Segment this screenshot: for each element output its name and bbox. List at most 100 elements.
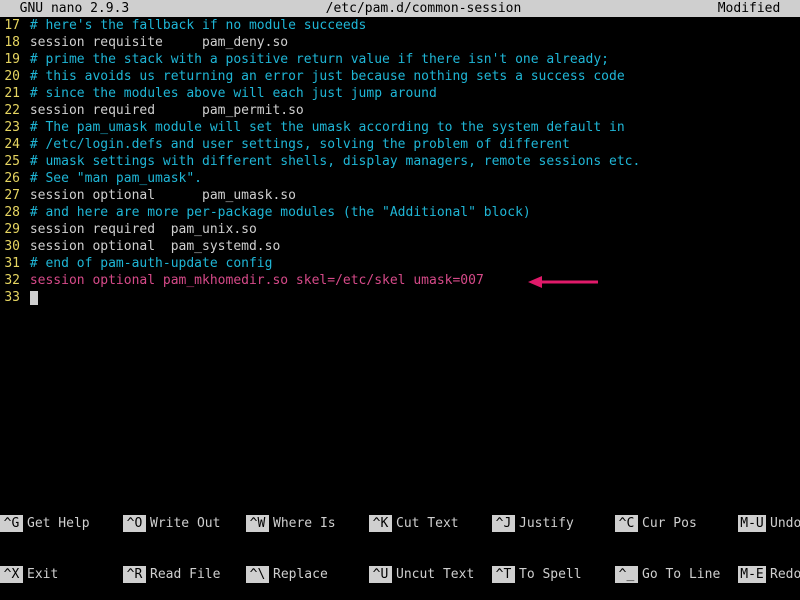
line-number: 29 <box>0 221 22 238</box>
shortcut-row-2: ^XExit^RRead File^\Replace^UUncut Text^T… <box>0 566 800 583</box>
editor-line[interactable]: 26 # See "man pam_umask". <box>0 170 800 187</box>
editor-area[interactable]: 17 # here's the fallback if no module su… <box>0 17 800 306</box>
shortcut-label: Replace <box>273 566 328 583</box>
line-text: # /etc/login.defs and user settings, sol… <box>22 136 800 153</box>
shortcut-key: M-U <box>738 515 766 532</box>
shortcut-key: M-E <box>738 566 766 583</box>
shortcut-label: Cur Pos <box>642 515 697 532</box>
line-text: # this avoids us returning an error just… <box>22 68 800 85</box>
line-number: 27 <box>0 187 22 204</box>
shortcut-key: ^\ <box>246 566 269 583</box>
shortcut-label: Write Out <box>150 515 220 532</box>
shortcut-item[interactable]: M-UUndo <box>738 515 800 532</box>
shortcut-label: Go To Line <box>642 566 720 583</box>
shortcut-item[interactable]: ^_Go To Line <box>615 566 738 583</box>
line-number: 32 <box>0 272 22 289</box>
line-number: 19 <box>0 51 22 68</box>
line-number: 30 <box>0 238 22 255</box>
line-text: session optional pam_umask.so <box>22 187 800 204</box>
line-number: 21 <box>0 85 22 102</box>
line-number: 24 <box>0 136 22 153</box>
shortcut-item[interactable]: ^CCur Pos <box>615 515 738 532</box>
shortcut-item[interactable]: ^WWhere Is <box>246 515 369 532</box>
shortcut-label: Justify <box>519 515 574 532</box>
line-text: # here's the fallback if no module succe… <box>22 17 800 34</box>
line-number: 18 <box>0 34 22 51</box>
shortcut-key: ^G <box>0 515 23 532</box>
shortcut-row-1: ^GGet Help^OWrite Out^WWhere Is^KCut Tex… <box>0 515 800 532</box>
editor-line[interactable]: 27 session optional pam_umask.so <box>0 187 800 204</box>
line-text: session optional pam_systemd.so <box>22 238 800 255</box>
shortcut-label: Get Help <box>27 515 90 532</box>
shortcut-item[interactable]: ^GGet Help <box>0 515 123 532</box>
editor-line[interactable]: 18 session requisite pam_deny.so <box>0 34 800 51</box>
line-text <box>22 289 800 306</box>
cursor <box>30 291 38 305</box>
editor-line[interactable]: 29 session required pam_unix.so <box>0 221 800 238</box>
shortcut-item[interactable]: ^UUncut Text <box>369 566 492 583</box>
shortcut-key: ^K <box>369 515 392 532</box>
shortcut-label: Cut Text <box>396 515 459 532</box>
line-number: 25 <box>0 153 22 170</box>
line-text: # The pam_umask module will set the umas… <box>22 119 800 136</box>
shortcut-item[interactable]: ^KCut Text <box>369 515 492 532</box>
line-number: 28 <box>0 204 22 221</box>
line-text: # since the modules above will each just… <box>22 85 800 102</box>
shortcut-key: ^T <box>492 566 515 583</box>
line-text: session requisite pam_deny.so <box>22 34 800 51</box>
shortcut-label: To Spell <box>519 566 582 583</box>
editor-line[interactable]: 23 # The pam_umask module will set the u… <box>0 119 800 136</box>
line-text: # umask settings with different shells, … <box>22 153 800 170</box>
shortcut-item[interactable]: ^RRead File <box>123 566 246 583</box>
shortcut-key: ^J <box>492 515 515 532</box>
line-number: 23 <box>0 119 22 136</box>
editor-line[interactable]: 21 # since the modules above will each j… <box>0 85 800 102</box>
shortcut-key: ^_ <box>615 566 638 583</box>
editor-line[interactable]: 17 # here's the fallback if no module su… <box>0 17 800 34</box>
shortcut-item[interactable]: M-ERedo <box>738 566 800 583</box>
line-text: # prime the stack with a positive return… <box>22 51 800 68</box>
editor-line[interactable]: 32 session optional pam_mkhomedir.so ske… <box>0 272 800 289</box>
line-text: session required pam_unix.so <box>22 221 800 238</box>
shortcut-item[interactable]: ^OWrite Out <box>123 515 246 532</box>
shortcut-label: Read File <box>150 566 220 583</box>
shortcut-item[interactable]: ^TTo Spell <box>492 566 615 583</box>
line-text: # end of pam-auth-update config <box>22 255 800 272</box>
editor-line[interactable]: 31 # end of pam-auth-update config <box>0 255 800 272</box>
line-text: # and here are more per-package modules … <box>22 204 800 221</box>
shortcut-item[interactable]: ^JJustify <box>492 515 615 532</box>
titlebar: GNU nano 2.9.3 /etc/pam.d/common-session… <box>0 0 800 17</box>
shortcut-key: ^W <box>246 515 269 532</box>
line-text: session optional pam_mkhomedir.so skel=/… <box>22 272 800 289</box>
shortcut-label: Exit <box>27 566 58 583</box>
editor-line[interactable]: 25 # umask settings with different shell… <box>0 153 800 170</box>
editor-line[interactable]: 22 session required pam_permit.so <box>0 102 800 119</box>
editor-line[interactable]: 19 # prime the stack with a positive ret… <box>0 51 800 68</box>
shortcut-key: ^R <box>123 566 146 583</box>
editor-line[interactable]: 28 # and here are more per-package modul… <box>0 204 800 221</box>
line-number: 20 <box>0 68 22 85</box>
line-number: 31 <box>0 255 22 272</box>
shortcut-item[interactable]: ^\Replace <box>246 566 369 583</box>
file-path: /etc/pam.d/common-session <box>129 0 717 17</box>
line-number: 33 <box>0 289 22 306</box>
editor-line[interactable]: 33 <box>0 289 800 306</box>
line-text: # See "man pam_umask". <box>22 170 800 187</box>
shortcut-key: ^C <box>615 515 638 532</box>
shortcut-label: Uncut Text <box>396 566 474 583</box>
line-number: 17 <box>0 17 22 34</box>
editor-line[interactable]: 20 # this avoids us returning an error j… <box>0 68 800 85</box>
editor-line[interactable]: 24 # /etc/login.defs and user settings, … <box>0 136 800 153</box>
app-version: GNU nano 2.9.3 <box>4 0 129 17</box>
shortcut-key: ^U <box>369 566 392 583</box>
line-number: 26 <box>0 170 22 187</box>
editor-line[interactable]: 30 session optional pam_systemd.so <box>0 238 800 255</box>
shortcut-label: Where Is <box>273 515 336 532</box>
line-number: 22 <box>0 102 22 119</box>
shortcut-bar: ^GGet Help^OWrite Out^WWhere Is^KCut Tex… <box>0 481 800 600</box>
line-text: session required pam_permit.so <box>22 102 800 119</box>
shortcut-key: ^O <box>123 515 146 532</box>
shortcut-key: ^X <box>0 566 23 583</box>
shortcut-item[interactable]: ^XExit <box>0 566 123 583</box>
modified-status: Modified <box>718 0 796 17</box>
